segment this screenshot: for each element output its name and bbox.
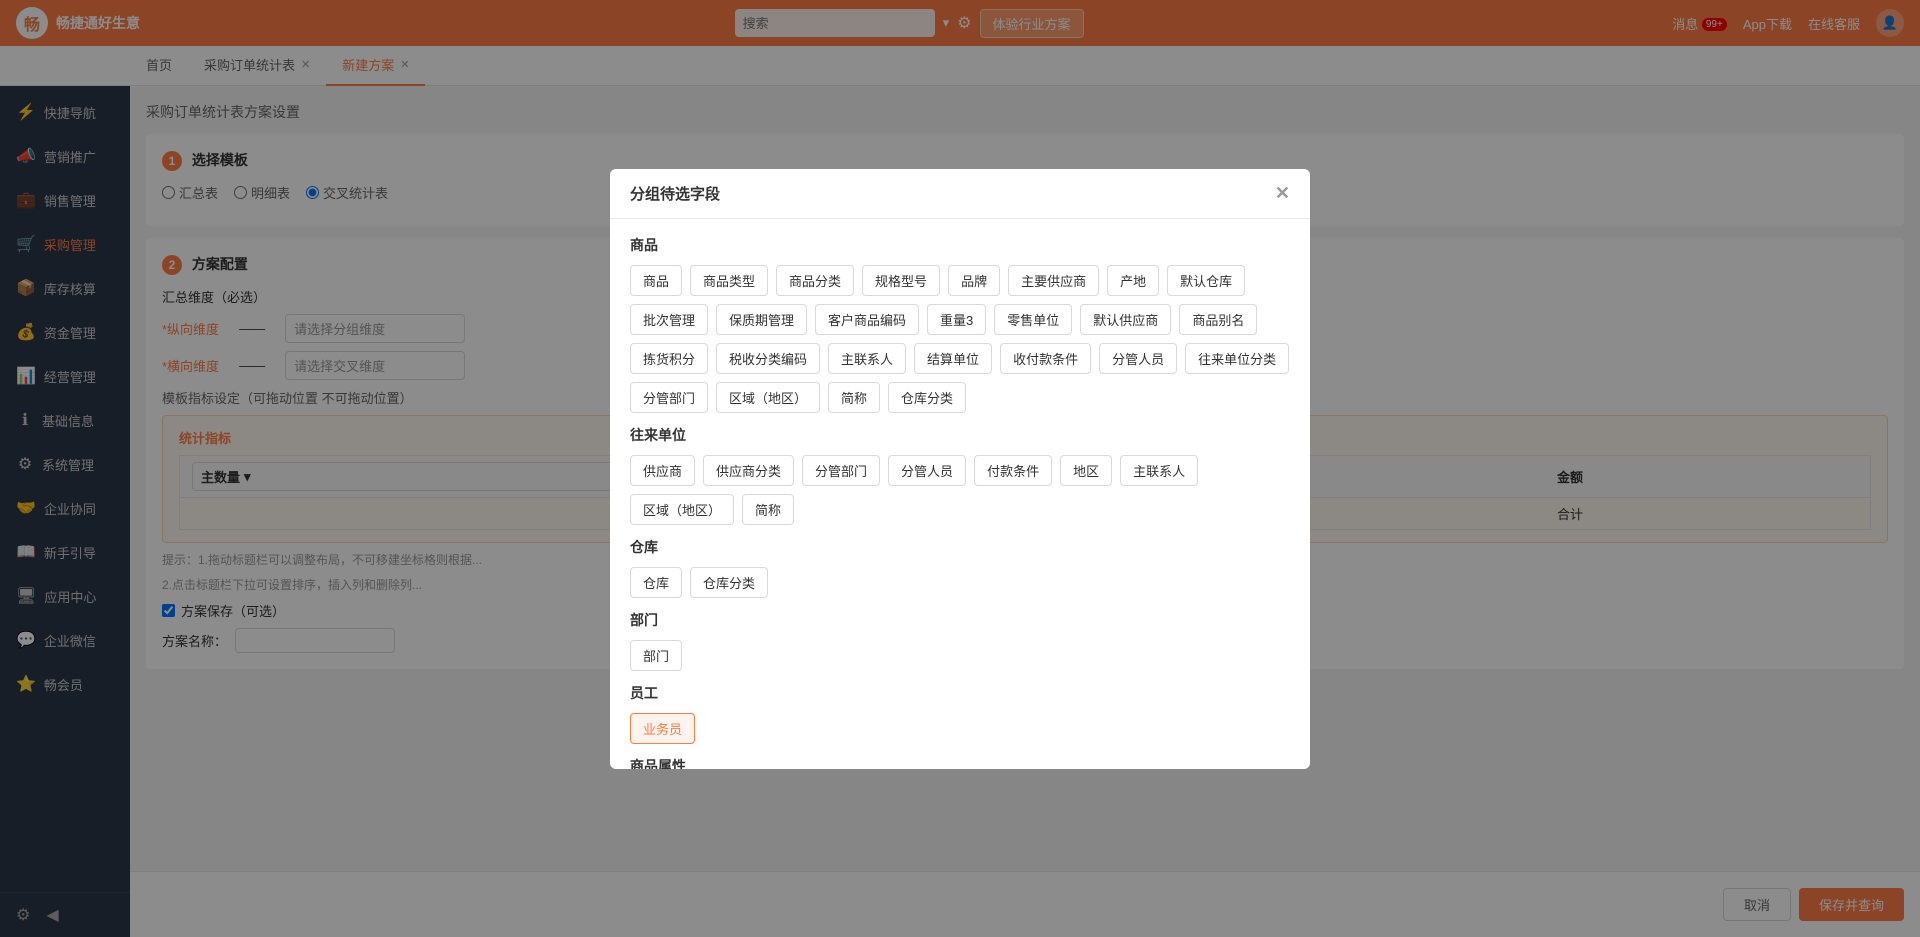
field-tag[interactable]: 产地 (1107, 265, 1159, 296)
field-tag-selected[interactable]: 业务员 (630, 713, 695, 744)
field-tag[interactable]: 商品类型 (690, 265, 768, 296)
section-title-department: 部门 (630, 610, 1290, 630)
field-tag[interactable]: 供应商分类 (703, 455, 794, 486)
field-tag[interactable]: 地区 (1060, 455, 1112, 486)
field-tag[interactable]: 简称 (828, 382, 880, 413)
partner-fields: 供应商 供应商分类 分管部门 分管人员 付款条件 地区 主联系人 区域（地区） … (630, 455, 1290, 525)
field-tag[interactable]: 区域（地区） (716, 382, 820, 413)
field-tag[interactable]: 批次管理 (630, 304, 708, 335)
field-tag[interactable]: 商品 (630, 265, 682, 296)
modal-title: 分组待选字段 (630, 183, 720, 204)
warehouse-fields: 仓库 仓库分类 (630, 567, 1290, 598)
field-tag[interactable]: 仓库分类 (888, 382, 966, 413)
field-tag[interactable]: 主要供应商 (1008, 265, 1099, 296)
section-title-product-attr: 商品属性 (630, 756, 1290, 769)
field-tag[interactable]: 默认仓库 (1167, 265, 1245, 296)
field-tag[interactable]: 部门 (630, 640, 682, 671)
field-tag[interactable]: 简称 (742, 494, 794, 525)
field-tag[interactable]: 付款条件 (974, 455, 1052, 486)
field-tag[interactable]: 商品别名 (1179, 304, 1257, 335)
section-title-product: 商品 (630, 235, 1290, 255)
field-tag[interactable]: 结算单位 (914, 343, 992, 374)
department-fields: 部门 (630, 640, 1290, 671)
field-tag[interactable]: 仓库分类 (690, 567, 768, 598)
product-fields: 商品 商品类型 商品分类 规格型号 品牌 主要供应商 产地 默认仓库 批次管理 … (630, 265, 1290, 413)
field-tag[interactable]: 拣货积分 (630, 343, 708, 374)
field-tag[interactable]: 重量3 (927, 304, 986, 335)
employee-fields: 业务员 (630, 713, 1290, 744)
field-tag[interactable]: 往来单位分类 (1185, 343, 1289, 374)
section-title-partner: 往来单位 (630, 425, 1290, 445)
modal-close-button[interactable]: ✕ (1275, 183, 1290, 204)
modal-overlay: 分组待选字段 ✕ 商品 商品 商品类型 商品分类 规格型号 品牌 主要供应商 产… (0, 0, 1920, 937)
field-tag[interactable]: 分管人员 (1099, 343, 1177, 374)
field-tag[interactable]: 客户商品编码 (815, 304, 919, 335)
section-title-employee: 员工 (630, 683, 1290, 703)
field-tag[interactable]: 零售单位 (994, 304, 1072, 335)
field-tag[interactable]: 分管部门 (802, 455, 880, 486)
field-tag[interactable]: 商品分类 (776, 265, 854, 296)
field-tag[interactable]: 税收分类编码 (716, 343, 820, 374)
field-selection-modal: 分组待选字段 ✕ 商品 商品 商品类型 商品分类 规格型号 品牌 主要供应商 产… (610, 169, 1310, 769)
field-tag[interactable]: 分管部门 (630, 382, 708, 413)
field-tag[interactable]: 品牌 (948, 265, 1000, 296)
modal-body: 商品 商品 商品类型 商品分类 规格型号 品牌 主要供应商 产地 默认仓库 批次… (610, 219, 1310, 769)
field-tag[interactable]: 供应商 (630, 455, 695, 486)
field-tag[interactable]: 仓库 (630, 567, 682, 598)
field-tag[interactable]: 收付款条件 (1000, 343, 1091, 374)
section-title-warehouse: 仓库 (630, 537, 1290, 557)
field-tag[interactable]: 主联系人 (1120, 455, 1198, 486)
field-tag[interactable]: 规格型号 (862, 265, 940, 296)
field-tag[interactable]: 分管人员 (888, 455, 966, 486)
modal-header: 分组待选字段 ✕ (610, 169, 1310, 219)
field-tag[interactable]: 主联系人 (828, 343, 906, 374)
field-tag[interactable]: 区域（地区） (630, 494, 734, 525)
field-tag[interactable]: 保质期管理 (716, 304, 807, 335)
field-tag[interactable]: 默认供应商 (1080, 304, 1171, 335)
